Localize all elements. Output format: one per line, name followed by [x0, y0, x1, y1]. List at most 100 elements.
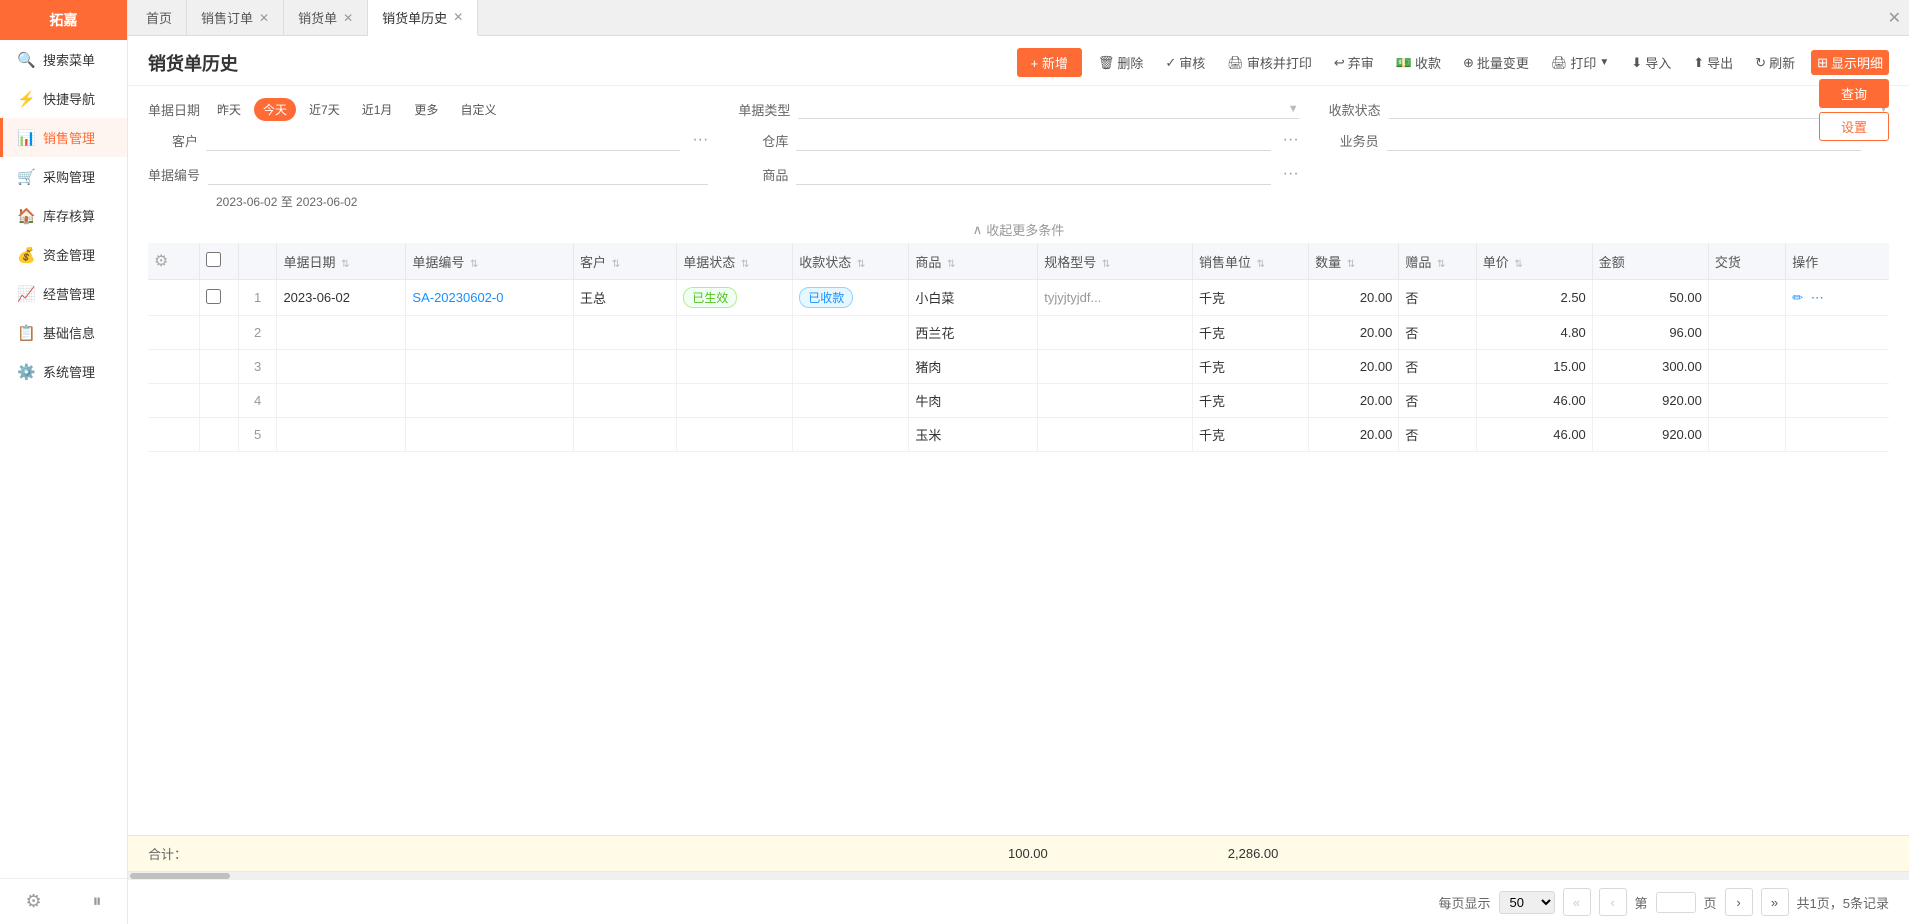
print-button[interactable]: 🖨 打印 ▼ — [1545, 50, 1615, 75]
table-row: 2 西兰花 千克 20.00 否 4.80 96.00 — [148, 316, 1889, 350]
sidebar-item-sys-mgmt[interactable]: ⚙️ 系统管理 — [0, 352, 127, 391]
new-button[interactable]: + 新增 — [1017, 48, 1082, 77]
cell-customer: 王总 — [574, 280, 677, 316]
price-sort-icon: ⇅ — [1514, 259, 1522, 270]
sidebar-item-label: 采购管理 — [43, 167, 95, 186]
sidebar-item-finance-mgmt[interactable]: 💰 资金管理 — [0, 235, 127, 274]
cell-pay-status: 已收款 — [793, 280, 909, 316]
tab-home[interactable]: 首页 — [136, 0, 187, 36]
export-icon: ⬆ — [1693, 55, 1704, 71]
col-price[interactable]: 单价 ⇅ — [1476, 243, 1592, 280]
more-action-btn[interactable]: ⋯ — [1811, 290, 1824, 305]
export-button[interactable]: ⬆ 导出 — [1687, 50, 1739, 75]
display-detail-button[interactable]: ⊞ 显示明细 — [1811, 50, 1889, 75]
sidebar-settings-btn[interactable]: ⚙ — [17, 887, 49, 916]
date-btn-today[interactable]: 今天 — [254, 98, 296, 121]
sidebar-item-search-menu[interactable]: 🔍 搜索菜单 — [0, 40, 127, 79]
abandon-button[interactable]: ↩ 弃审 — [1328, 50, 1380, 75]
col-settings[interactable]: ⚙ — [148, 243, 200, 280]
tab-sales-order[interactable]: 销售订单 ✕ — [187, 0, 284, 36]
total-info: 共1页，5条记录 — [1797, 893, 1889, 912]
date-btn-yesterday[interactable]: 昨天 — [208, 98, 250, 121]
money-icon: 💰 — [17, 246, 35, 264]
row-checkbox[interactable] — [206, 289, 221, 304]
sidebar-item-label: 资金管理 — [43, 245, 95, 264]
prev-page-btn[interactable]: ‹ — [1599, 888, 1627, 916]
collect-button[interactable]: 💵 收款 — [1390, 50, 1447, 75]
date-btn-1month[interactable]: 近1月 — [353, 98, 402, 121]
next-page-btn[interactable]: › — [1725, 888, 1753, 916]
tab-sales-goods[interactable]: 销货单 ✕ — [284, 0, 368, 36]
column-settings-icon[interactable]: ⚙ — [154, 253, 168, 270]
settings-button[interactable]: 设置 — [1819, 112, 1889, 141]
cell-price: 46.00 — [1476, 384, 1592, 418]
page-label-pre: 第 — [1635, 893, 1648, 912]
doc-no-input[interactable] — [208, 163, 708, 185]
sidebar-item-base-info[interactable]: 📋 基础信息 — [0, 313, 127, 352]
goods-input[interactable] — [796, 163, 1270, 185]
col-pay-status[interactable]: 收款状态 ⇅ — [793, 243, 909, 280]
col-qty[interactable]: 数量 ⇅ — [1309, 243, 1399, 280]
sidebar-collapse-btn[interactable]: ⏸ — [85, 887, 110, 916]
current-page-input[interactable]: 1 — [1656, 892, 1696, 913]
first-page-btn[interactable]: « — [1563, 888, 1591, 916]
delete-button[interactable]: 🗑 删除 — [1092, 50, 1150, 75]
payment-status-select[interactable]: ▼ — [1389, 100, 1889, 119]
audit-print-button[interactable]: 🖨 审核并打印 — [1221, 50, 1318, 75]
col-customer[interactable]: 客户 ⇅ — [574, 243, 677, 280]
sidebar-item-purchase-mgmt[interactable]: 🛒 采购管理 — [0, 157, 127, 196]
col-gift[interactable]: 赠品 ⇅ — [1399, 243, 1476, 280]
refresh-button[interactable]: ↻ 刷新 — [1749, 50, 1801, 75]
collapse-bar[interactable]: ∧ 收起更多条件 — [128, 216, 1909, 243]
cell-trade — [1708, 280, 1785, 316]
col-spec[interactable]: 规格型号 ⇅ — [1038, 243, 1193, 280]
toolbar: + 新增 🗑 删除 ✓ 审核 🖨 审核并打印 ↩ 弃审 — [1017, 48, 1889, 77]
cell-checkbox — [200, 316, 239, 350]
sidebar-item-ops-mgmt[interactable]: 📈 经营管理 — [0, 274, 127, 313]
audit-button[interactable]: ✓ 审核 — [1159, 50, 1211, 75]
sidebar-item-quick-nav[interactable]: ⚡ 快捷导航 — [0, 79, 127, 118]
cell-trade — [1708, 350, 1785, 384]
goods-more-btn[interactable]: ··· — [1283, 165, 1299, 183]
batch-change-button[interactable]: ⊕ 批量变更 — [1457, 50, 1535, 75]
query-button[interactable]: 查询 — [1819, 79, 1889, 108]
warehouse-more-btn[interactable]: ··· — [1283, 131, 1299, 149]
tab-bar-close-all[interactable]: ✕ — [1888, 8, 1901, 28]
tab-sales-history[interactable]: 销货单历史 ✕ — [368, 0, 478, 36]
col-sale-unit[interactable]: 销售单位 ⇅ — [1193, 243, 1309, 280]
refresh-icon: ↻ — [1755, 55, 1766, 71]
doc-type-filter-cell: 单据类型 ▼ — [738, 98, 1298, 121]
col-doc-no[interactable]: 单据编号 ⇅ — [406, 243, 574, 280]
scroll-bar-thumb[interactable] — [130, 873, 230, 879]
page-size-select[interactable]: 50 100 200 — [1499, 891, 1555, 914]
horizontal-scrollbar[interactable] — [128, 871, 1909, 879]
warehouse-input[interactable] — [796, 129, 1270, 151]
last-page-btn[interactable]: » — [1761, 888, 1789, 916]
cell-checkbox — [200, 280, 239, 316]
spec-sort-icon: ⇅ — [1102, 259, 1110, 270]
cell-qty: 20.00 — [1309, 350, 1399, 384]
date-btn-7days[interactable]: 近7天 — [300, 98, 349, 121]
tab-sales-history-close[interactable]: ✕ — [453, 10, 463, 24]
select-all-checkbox[interactable] — [206, 252, 221, 267]
cell-settings — [148, 384, 200, 418]
salesman-input[interactable] — [1387, 129, 1861, 151]
tab-sales-goods-close[interactable]: ✕ — [343, 11, 353, 25]
goods-label: 商品 — [738, 165, 788, 184]
date-btn-more[interactable]: 更多 — [405, 98, 447, 121]
import-button[interactable]: ⬇ 导入 — [1625, 50, 1677, 75]
tab-sales-order-close[interactable]: ✕ — [259, 11, 269, 25]
col-doc-status[interactable]: 单据状态 ⇅ — [677, 243, 793, 280]
sidebar-item-inventory[interactable]: 🏠 库存核算 — [0, 196, 127, 235]
doc-type-select[interactable]: ▼ — [798, 100, 1298, 119]
cell-amount: 300.00 — [1592, 350, 1708, 384]
customer-more-btn[interactable]: ··· — [692, 131, 708, 149]
cell-qty: 20.00 — [1309, 418, 1399, 452]
col-goods[interactable]: 商品 ⇅ — [909, 243, 1038, 280]
customer-input[interactable] — [206, 129, 680, 151]
edit-action-btn[interactable]: ✏ — [1792, 290, 1803, 305]
sidebar-item-sales-mgmt[interactable]: 📊 销售管理 — [0, 118, 127, 157]
cell-row-no: 4 — [238, 384, 277, 418]
date-btn-custom[interactable]: 自定义 — [451, 98, 505, 121]
col-doc-date[interactable]: 单据日期 ⇅ — [277, 243, 406, 280]
